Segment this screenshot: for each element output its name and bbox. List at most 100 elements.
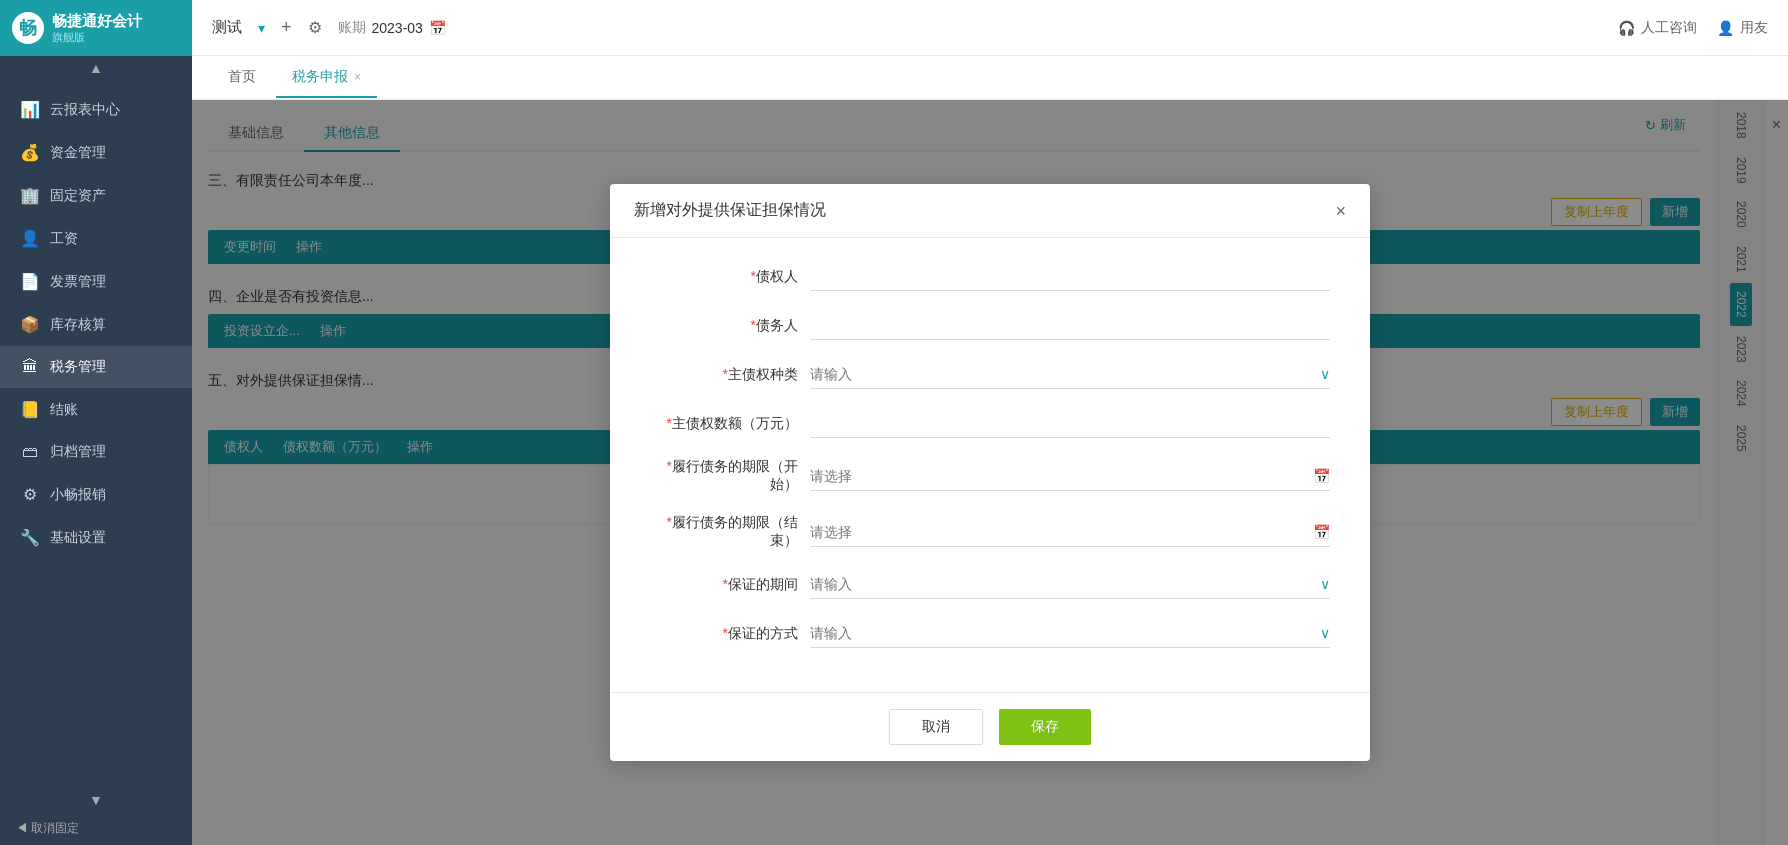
guarantee-method-input[interactable] [810,619,1320,647]
guarantee-period-required-star: * [723,576,728,592]
logo-badge: 旗舰版 [52,30,142,45]
guarantee-period-label: *保证的期间 [650,576,810,594]
sidebar-unpin-btn[interactable]: ◀ 取消固定 [0,812,192,845]
main-content: 测试 ▾ + ⚙ 账期 2023-03 📅 🎧 人工咨询 👤 用友 [192,0,1788,845]
logo-name: 畅捷通好会计 [52,12,142,30]
sidebar-label-invoice: 发票管理 [50,273,106,291]
period-start-calendar-icon[interactable]: 📅 [1313,468,1330,484]
tab-close-icon[interactable]: × [354,70,361,84]
period-label: 账期 [338,19,366,37]
guarantee-period-dropdown-icon[interactable]: ∨ [1320,576,1330,592]
sidebar-item-fund-mgmt[interactable]: 💰 资金管理 [0,131,192,174]
form-row-claim-type: *主债权种类 ∨ [650,360,1330,389]
claim-amount-required-star: * [667,415,672,431]
modal-body: *债权人 *债务人 [610,238,1370,692]
xiaochang-icon: ⚙ [20,485,40,504]
tax-mgmt-icon: 🏛 [20,358,40,376]
period-selector: 账期 2023-03 📅 [338,19,446,37]
sidebar-label-xiaochang: 小畅报销 [50,486,106,504]
content-tabs: 首页 税务申报 × [192,56,1788,100]
form-row-guarantee-method: *保证的方式 ∨ [650,619,1330,648]
sidebar-label-inventory: 库存核算 [50,316,106,334]
settings-gear-icon[interactable]: ⚙ [308,18,322,37]
debtor-label: *债务人 [650,317,810,335]
sidebar-scroll-down[interactable]: ▼ [0,788,192,812]
sidebar-item-cloud-report[interactable]: 📊 云报表中心 [0,88,192,131]
form-row-debtor: *债务人 [650,311,1330,340]
sidebar-item-invoice-mgmt[interactable]: 📄 发票管理 [0,260,192,303]
user-button[interactable]: 👤 用友 [1717,19,1768,37]
guarantee-period-select-wrapper: ∨ [810,570,1330,599]
sidebar-item-basic-settings[interactable]: 🔧 基础设置 [0,516,192,559]
period-start-input[interactable] [810,462,1313,490]
creditor-input[interactable] [810,262,1330,291]
sidebar-scroll-up[interactable]: ▲ [0,56,192,80]
add-company-button[interactable]: + [281,17,292,38]
form-row-claim-amount: *主债权数额（万元） [650,409,1330,438]
debtor-input[interactable] [810,311,1330,340]
sidebar-item-tax-mgmt[interactable]: 🏛 税务管理 [0,346,192,388]
sidebar-item-inventory[interactable]: 📦 库存核算 [0,303,192,346]
cancel-button[interactable]: 取消 [889,709,983,745]
sidebar-label-fixed-assets: 固定资产 [50,187,106,205]
creditor-required-star: * [751,268,756,284]
claim-type-label: *主债权种类 [650,366,810,384]
form-row-period-end: *履行债务的期限（结束） 📅 [650,514,1330,550]
service-button[interactable]: 🎧 人工咨询 [1618,19,1697,37]
guarantee-method-dropdown-icon[interactable]: ∨ [1320,625,1330,641]
period-start-date-wrapper: 📅 [810,462,1330,491]
modal-dialog: 新增对外提供保证担保情况 × *债权人 [610,184,1370,761]
creditor-label: *债权人 [650,268,810,286]
fixed-assets-icon: 🏢 [20,186,40,205]
guarantee-method-label: *保证的方式 [650,625,810,643]
sidebar-label-payroll: 工资 [50,230,78,248]
user-icon: 👤 [1717,20,1734,36]
sidebar-item-payroll[interactable]: 👤 工资 [0,217,192,260]
sidebar-item-xiaochang[interactable]: ⚙ 小畅报销 [0,473,192,516]
topbar: 测试 ▾ + ⚙ 账期 2023-03 📅 🎧 人工咨询 👤 用友 [192,0,1788,56]
debtor-required-star: * [751,317,756,333]
sidebar-item-fixed-assets[interactable]: 🏢 固定资产 [0,174,192,217]
tab-tax-report-label: 税务申报 [292,68,348,86]
sidebar-label-cloud-report: 云报表中心 [50,101,120,119]
period-end-input[interactable] [810,518,1313,546]
form-row-guarantee-period: *保证的期间 ∨ [650,570,1330,599]
company-dropdown-icon[interactable]: ▾ [258,20,265,36]
guarantee-method-required-star: * [723,625,728,641]
page-area: ↻ 刷新 基础信息 其他信息 三、有限责任公司本年度... 复制上年度 新增 [192,100,1788,845]
sidebar-item-archive[interactable]: 🗃 归档管理 [0,431,192,473]
tab-home[interactable]: 首页 [212,58,272,98]
claim-type-select-wrapper: ∨ [810,360,1330,389]
settlement-icon: 📒 [20,400,40,419]
claim-type-input[interactable] [810,360,1320,388]
claim-amount-input[interactable] [810,409,1330,438]
save-button[interactable]: 保存 [999,709,1091,745]
period-calendar-icon[interactable]: 📅 [429,20,446,36]
form-row-creditor: *债权人 [650,262,1330,291]
modal-close-button[interactable]: × [1335,202,1346,220]
period-value: 2023-03 [372,20,423,36]
logo-icon: 畅 [12,12,44,44]
period-end-calendar-icon[interactable]: 📅 [1313,524,1330,540]
guarantee-period-input[interactable] [810,570,1320,598]
period-start-required-star: * [667,458,672,474]
payroll-icon: 👤 [20,229,40,248]
claim-type-dropdown-icon[interactable]: ∨ [1320,366,1330,382]
fund-mgmt-icon: 💰 [20,143,40,162]
claim-amount-label: *主债权数额（万元） [650,415,810,433]
tab-tax-report[interactable]: 税务申报 × [276,58,377,98]
sidebar-item-settlement[interactable]: 📒 结账 [0,388,192,431]
sidebar-label-settlement: 结账 [50,401,78,419]
modal-footer: 取消 保存 [610,692,1370,761]
period-end-required-star: * [667,514,672,530]
sidebar-label-fund-mgmt: 资金管理 [50,144,106,162]
sidebar-label-archive: 归档管理 [50,443,106,461]
sidebar: 畅 畅捷通好会计 旗舰版 ▲ 📊 云报表中心 💰 资金管理 🏢 固定资产 👤 [0,0,192,845]
period-end-date-wrapper: 📅 [810,518,1330,547]
modal-header: 新增对外提供保证担保情况 × [610,184,1370,238]
modal-overlay: 新增对外提供保证担保情况 × *债权人 [192,100,1788,845]
sidebar-label-tax-mgmt: 税务管理 [50,358,106,376]
claim-type-required-star: * [723,366,728,382]
form-row-period-start: *履行债务的期限（开始） 📅 [650,458,1330,494]
guarantee-method-select-wrapper: ∨ [810,619,1330,648]
